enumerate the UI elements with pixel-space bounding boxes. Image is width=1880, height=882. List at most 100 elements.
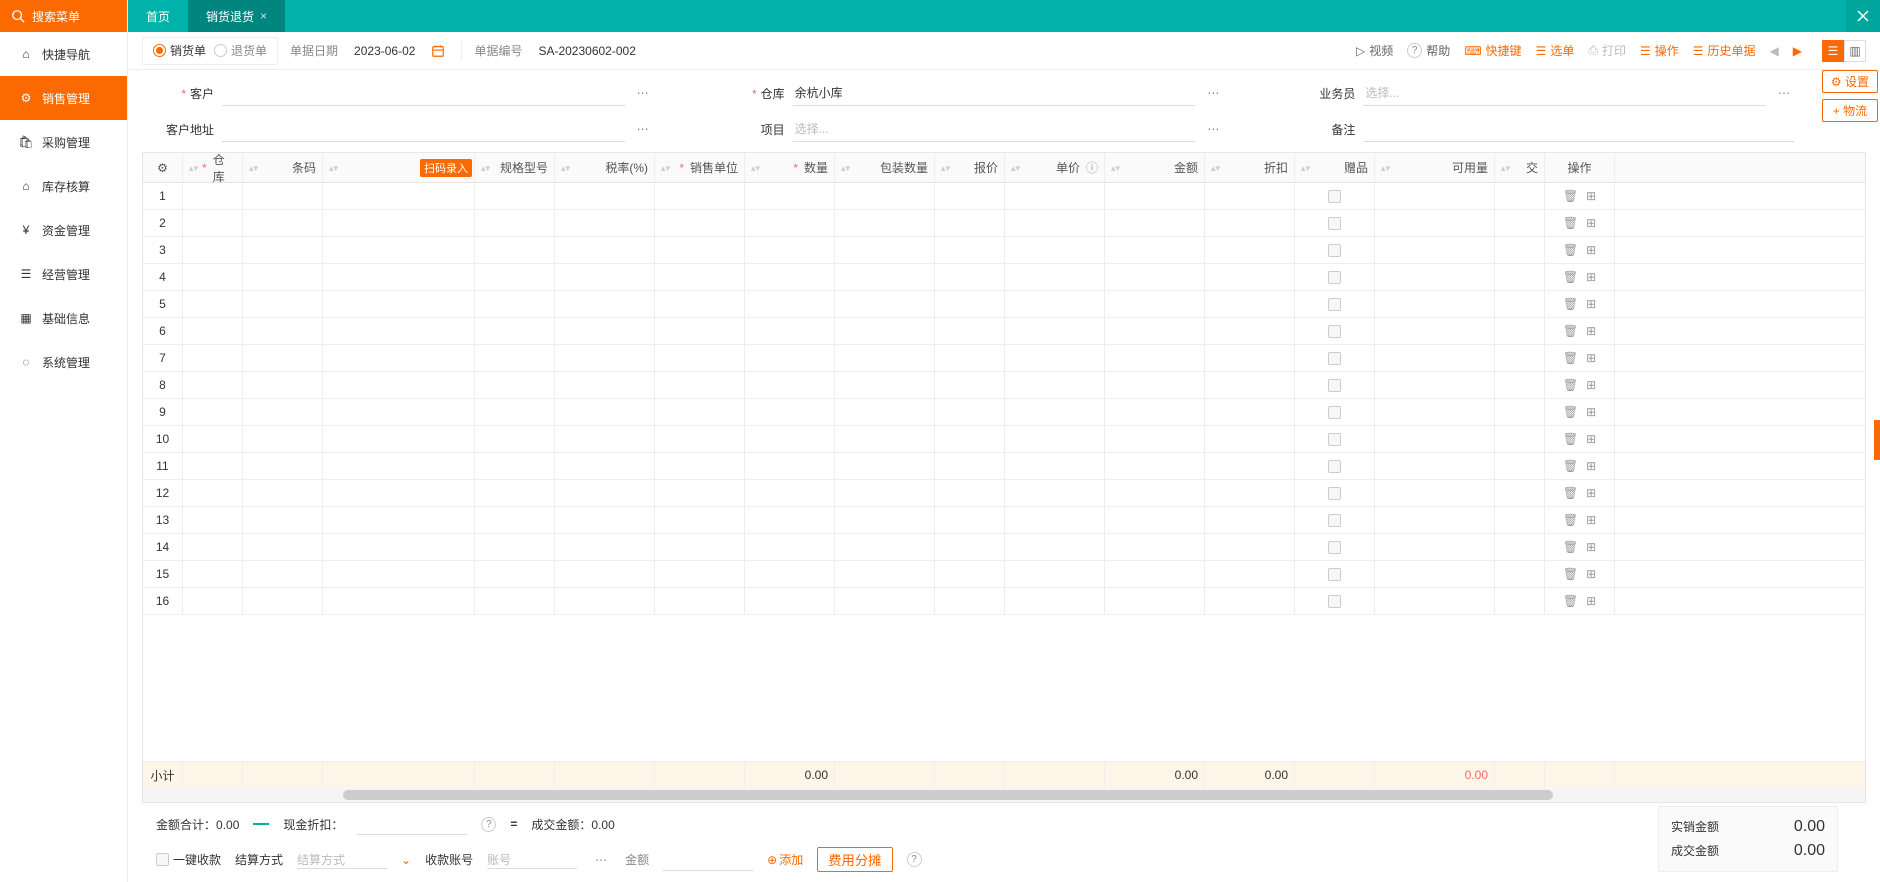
acct-select[interactable]: 账号 bbox=[487, 851, 577, 869]
sidebar-item-info[interactable]: ▦基础信息 bbox=[0, 296, 127, 340]
project-more-icon[interactable]: ⋯ bbox=[1203, 122, 1223, 136]
table-row[interactable]: 9🗑⊞ bbox=[143, 399, 1865, 426]
radio-sales[interactable]: 销货单 bbox=[153, 42, 206, 59]
add-icon[interactable]: ⊞ bbox=[1586, 216, 1596, 230]
table-row[interactable]: 2🗑⊞ bbox=[143, 210, 1865, 237]
search-menu-button[interactable]: 搜索菜单 bbox=[0, 0, 127, 32]
delete-icon[interactable]: 🗑 bbox=[1563, 297, 1578, 311]
sidebar-item-money[interactable]: ¥资金管理 bbox=[0, 208, 127, 252]
warehouse-input[interactable]: 余杭小库 bbox=[793, 80, 1196, 106]
sidebar-item-home[interactable]: ⌂快捷导航 bbox=[0, 32, 127, 76]
gift-checkbox[interactable] bbox=[1328, 433, 1341, 446]
table-row[interactable]: 15🗑⊞ bbox=[143, 561, 1865, 588]
delete-icon[interactable]: 🗑 bbox=[1563, 540, 1578, 554]
table-row[interactable]: 8🗑⊞ bbox=[143, 372, 1865, 399]
gift-checkbox[interactable] bbox=[1328, 217, 1341, 230]
add-icon[interactable]: ⊞ bbox=[1586, 486, 1596, 500]
help-icon[interactable]: ? bbox=[907, 852, 922, 867]
acct-more-icon[interactable]: ⋯ bbox=[591, 853, 611, 867]
history-link[interactable]: ☰历史单据 bbox=[1693, 42, 1756, 59]
cash-disc-input[interactable] bbox=[357, 813, 467, 835]
add-link[interactable]: ⊕添加 bbox=[767, 851, 803, 868]
col-product[interactable]: ▴▾*商品扫码录入 bbox=[323, 153, 475, 182]
add-icon[interactable]: ⊞ bbox=[1586, 297, 1596, 311]
fee-split-button[interactable]: 费用分摊 bbox=[817, 847, 892, 872]
table-row[interactable]: 10🗑⊞ bbox=[143, 426, 1865, 453]
add-icon[interactable]: ⊞ bbox=[1586, 540, 1596, 554]
tab-首页[interactable]: 首页 bbox=[128, 0, 188, 32]
table-row[interactable]: 7🗑⊞ bbox=[143, 345, 1865, 372]
col-quote[interactable]: ▴▾报价 bbox=[935, 153, 1005, 182]
gift-checkbox[interactable] bbox=[1328, 514, 1341, 527]
onekey-checkbox[interactable]: 一键收款 bbox=[156, 851, 221, 868]
gift-checkbox[interactable] bbox=[1328, 541, 1341, 554]
add-icon[interactable]: ⊞ bbox=[1586, 243, 1596, 257]
gift-checkbox[interactable] bbox=[1328, 568, 1341, 581]
col-warehouse[interactable]: ▴▾*仓库 bbox=[183, 153, 243, 182]
table-row[interactable]: 6🗑⊞ bbox=[143, 318, 1865, 345]
add-icon[interactable]: ⊞ bbox=[1586, 270, 1596, 284]
col-price[interactable]: ▴▾单价ⓘ bbox=[1005, 153, 1105, 182]
col-qty[interactable]: ▴▾*数量 bbox=[745, 153, 835, 182]
prev-button[interactable]: ◀ bbox=[1770, 44, 1779, 58]
table-row[interactable]: 11🗑⊞ bbox=[143, 453, 1865, 480]
table-row[interactable]: 13🗑⊞ bbox=[143, 507, 1865, 534]
gift-checkbox[interactable] bbox=[1328, 595, 1341, 608]
next-button[interactable]: ▶ bbox=[1793, 44, 1802, 58]
settle-select[interactable]: 结算方式 bbox=[297, 851, 387, 869]
ops-link[interactable]: ☰操作 bbox=[1640, 42, 1679, 59]
col-tax[interactable]: ▴▾税率(%) bbox=[555, 153, 655, 182]
delete-icon[interactable]: 🗑 bbox=[1563, 459, 1578, 473]
table-row[interactable]: 5🗑⊞ bbox=[143, 291, 1865, 318]
delete-icon[interactable]: 🗑 bbox=[1563, 594, 1578, 608]
add-icon[interactable]: ⊞ bbox=[1586, 405, 1596, 419]
col-discount[interactable]: ▴▾折扣 bbox=[1205, 153, 1295, 182]
addr-input[interactable] bbox=[222, 116, 625, 142]
add-icon[interactable]: ⊞ bbox=[1586, 513, 1596, 527]
table-row[interactable]: 12🗑⊞ bbox=[143, 480, 1865, 507]
sidebar-item-doc[interactable]: ☰经营管理 bbox=[0, 252, 127, 296]
horizontal-scrollbar[interactable] bbox=[143, 788, 1865, 802]
gift-checkbox[interactable] bbox=[1328, 244, 1341, 257]
sales-input[interactable]: 选择... bbox=[1363, 80, 1766, 106]
gift-checkbox[interactable] bbox=[1328, 352, 1341, 365]
table-row[interactable]: 4🗑⊞ bbox=[143, 264, 1865, 291]
add-icon[interactable]: ⊞ bbox=[1586, 432, 1596, 446]
calendar-icon[interactable] bbox=[431, 44, 445, 58]
remark-input[interactable] bbox=[1363, 116, 1794, 142]
delete-icon[interactable]: 🗑 bbox=[1563, 567, 1578, 581]
logistics-button[interactable]: + 物流 bbox=[1822, 99, 1878, 122]
delete-icon[interactable]: 🗑 bbox=[1563, 432, 1578, 446]
sidebar-item-cart[interactable]: ⚙销售管理 bbox=[0, 76, 127, 120]
col-unit[interactable]: ▴▾*销售单位 bbox=[655, 153, 745, 182]
customer-more-icon[interactable]: ⋯ bbox=[633, 86, 653, 100]
close-icon[interactable]: × bbox=[260, 9, 267, 23]
delete-icon[interactable]: 🗑 bbox=[1563, 216, 1578, 230]
col-delivery[interactable]: ▴▾交 bbox=[1495, 153, 1545, 182]
sidebar-item-sys[interactable]: ◌系统管理 bbox=[0, 340, 127, 384]
print-link[interactable]: ⎙打印 bbox=[1588, 42, 1626, 59]
gift-checkbox[interactable] bbox=[1328, 406, 1341, 419]
warehouse-more-icon[interactable]: ⋯ bbox=[1203, 86, 1223, 100]
add-icon[interactable]: ⊞ bbox=[1586, 378, 1596, 392]
gift-checkbox[interactable] bbox=[1328, 325, 1341, 338]
gift-checkbox[interactable] bbox=[1328, 379, 1341, 392]
edge-tab[interactable] bbox=[1874, 420, 1880, 460]
gift-checkbox[interactable] bbox=[1328, 271, 1341, 284]
doc-date-value[interactable]: 2023-06-02 bbox=[354, 44, 415, 58]
video-link[interactable]: ▷视频 bbox=[1356, 42, 1393, 59]
delete-icon[interactable]: 🗑 bbox=[1563, 270, 1578, 284]
scan-badge[interactable]: 扫码录入 bbox=[420, 159, 472, 177]
col-amount[interactable]: ▴▾金额 bbox=[1105, 153, 1205, 182]
options-link[interactable]: ☰选单 bbox=[1536, 42, 1575, 59]
add-icon[interactable]: ⊞ bbox=[1586, 459, 1596, 473]
view-grid-button[interactable]: ▥ bbox=[1844, 40, 1866, 62]
delete-icon[interactable]: 🗑 bbox=[1563, 378, 1578, 392]
add-icon[interactable]: ⊞ bbox=[1586, 189, 1596, 203]
gift-checkbox[interactable] bbox=[1328, 190, 1341, 203]
tab-销货退货[interactable]: 销货退货× bbox=[188, 0, 285, 32]
col-settings[interactable]: ⚙ bbox=[143, 153, 183, 182]
sales-more-icon[interactable]: ⋯ bbox=[1774, 86, 1794, 100]
addr-more-icon[interactable]: ⋯ bbox=[633, 122, 653, 136]
add-icon[interactable]: ⊞ bbox=[1586, 351, 1596, 365]
